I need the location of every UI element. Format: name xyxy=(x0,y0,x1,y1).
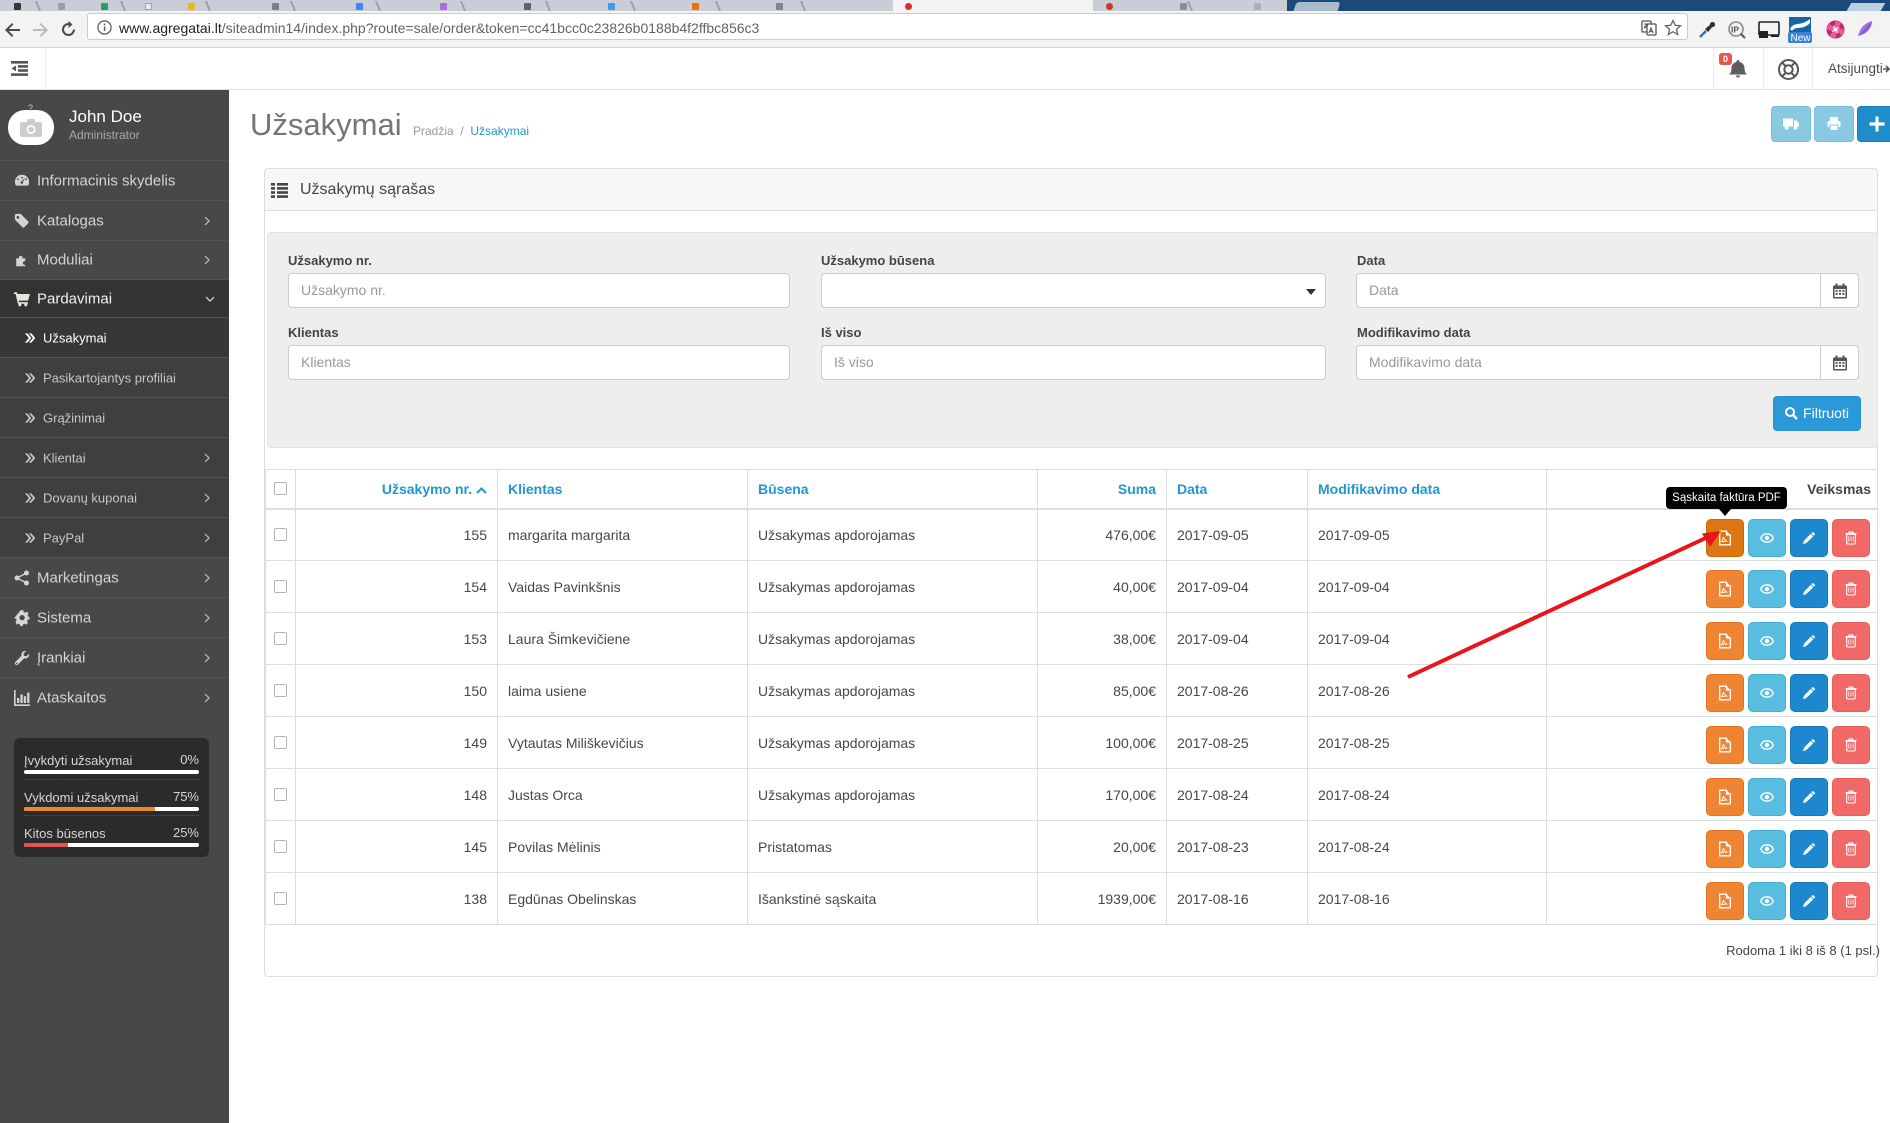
svg-text:New: New xyxy=(1791,33,1812,43)
svg-text:IP: IP xyxy=(1731,25,1739,35)
